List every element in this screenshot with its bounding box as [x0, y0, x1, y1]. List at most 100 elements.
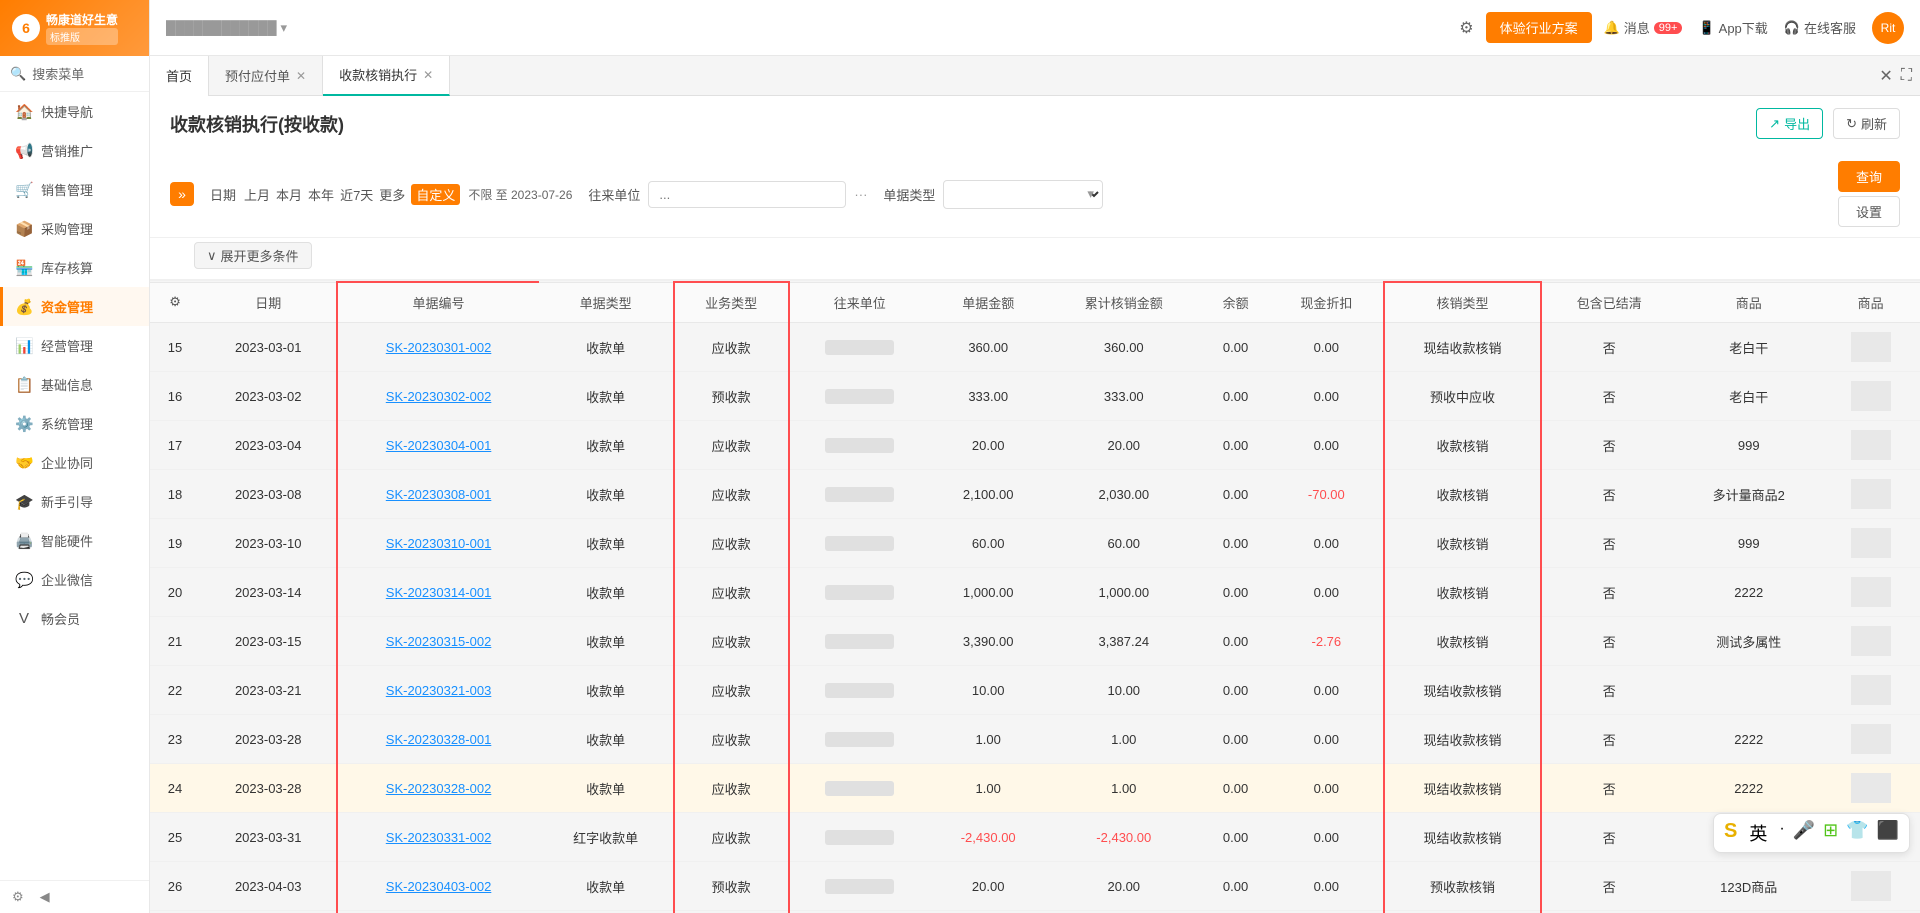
- tab-expand-icon[interactable]: ⛶: [1901, 67, 1912, 85]
- sidebar-item-system[interactable]: ⚙️系统管理: [0, 404, 149, 443]
- avatar[interactable]: Rit: [1872, 12, 1904, 44]
- doc-no-link[interactable]: SK-20230315-002: [386, 634, 492, 649]
- sidebar-item-marketing[interactable]: 📢营销推广: [0, 131, 149, 170]
- tab-receipt-label: 收款核销执行: [339, 65, 417, 84]
- cell-amount: 60.00: [930, 519, 1047, 568]
- date-opt-more[interactable]: 更多: [379, 185, 405, 204]
- tab-prepay-close[interactable]: ✕: [296, 69, 306, 83]
- cell-product2: [1821, 421, 1920, 470]
- setting-button[interactable]: 设置: [1838, 196, 1900, 227]
- online-support-button[interactable]: 🎧 在线客服: [1784, 18, 1856, 37]
- date-opt-last-month[interactable]: 上月: [244, 185, 270, 204]
- doc-no-link[interactable]: SK-20230308-001: [386, 487, 492, 502]
- cell-doc-no: SK-20230310-001: [337, 519, 538, 568]
- cell-balance: 0.00: [1201, 666, 1270, 715]
- sidebar-item-inventory[interactable]: 🏪库存核算: [0, 248, 149, 287]
- th-settings[interactable]: ⚙: [150, 282, 200, 323]
- date-opt-this-year[interactable]: 本年: [308, 185, 334, 204]
- sidebar-item-wechat[interactable]: 💬企业微信: [0, 560, 149, 599]
- cell-writeoff-amount: 2,030.00: [1047, 470, 1202, 519]
- cell-date: 2023-03-08: [200, 470, 337, 519]
- sidebar-item-quick-nav[interactable]: 🏠快捷导航: [0, 92, 149, 131]
- tab-receipt-writeoff[interactable]: 收款核销执行 ✕: [323, 56, 450, 96]
- refresh-button[interactable]: ↻ 刷新: [1833, 108, 1900, 139]
- doc-no-link[interactable]: SK-20230328-002: [386, 781, 492, 796]
- expand-more-button[interactable]: ∨ 展开更多条件: [194, 242, 312, 269]
- shirt-icon[interactable]: 👕: [1846, 820, 1868, 846]
- cell-partner: [789, 813, 930, 862]
- doc-no-link[interactable]: SK-20230310-001: [386, 536, 492, 551]
- nav-icon-guide: 🎓: [15, 493, 33, 511]
- tab-close-all-icon[interactable]: ✕: [1879, 66, 1892, 86]
- partner-filter-label: 往来单位: [588, 185, 640, 204]
- cell-amount: 1,000.00: [930, 568, 1047, 617]
- sidebar-item-member[interactable]: V畅会员: [0, 599, 149, 638]
- cell-product: 测试多属性: [1676, 617, 1821, 666]
- table-row: 26 2023-04-03 SK-20230403-002 收款单 预收款 20…: [150, 862, 1920, 911]
- extra-icon[interactable]: ⬛: [1877, 820, 1899, 846]
- tab-home[interactable]: 首页: [150, 56, 209, 96]
- sidebar-item-enterprise[interactable]: 🤝企业协同: [0, 443, 149, 482]
- nav-label-basic: 基础信息: [41, 375, 93, 394]
- date-filter-group: 日期 上月 本月 本年 近7天 更多 自定义 不限 至 2023-07-26: [210, 184, 572, 205]
- solution-button[interactable]: 体验行业方案: [1486, 12, 1592, 43]
- cell-biz-type: 应收款: [674, 568, 789, 617]
- sidebar-settings-icon[interactable]: ⚙: [12, 889, 24, 905]
- doc-no-link[interactable]: SK-20230321-003: [386, 683, 492, 698]
- th-include-settled: 包含已结清: [1541, 282, 1676, 323]
- floating-toolbar: S 英 · 🎤 ⊞ 👕 ⬛: [1713, 813, 1910, 853]
- gear-icon[interactable]: ⚙: [1459, 18, 1473, 38]
- doc-no-link[interactable]: SK-20230302-002: [386, 389, 492, 404]
- grid-icon[interactable]: ⊞: [1823, 820, 1838, 846]
- cell-cash-discount: -70.00: [1270, 470, 1383, 519]
- cell-amount: 10.00: [930, 666, 1047, 715]
- cell-include-settled: 否: [1541, 715, 1676, 764]
- date-opt-custom[interactable]: 自定义: [411, 184, 460, 205]
- sidebar-item-purchase[interactable]: 📦采购管理: [0, 209, 149, 248]
- nav-icon-finance: 💰: [15, 298, 33, 316]
- sidebar-item-basic[interactable]: 📋基础信息: [0, 365, 149, 404]
- export-button[interactable]: ↗ 导出: [1756, 108, 1823, 139]
- filter-toggle-button[interactable]: »: [170, 182, 194, 206]
- query-button[interactable]: 查询: [1838, 161, 1900, 192]
- th-writeoff-amount: 累计核销金额: [1047, 282, 1202, 323]
- cell-cash-discount: 0.00: [1270, 421, 1383, 470]
- sidebar-item-sales[interactable]: 🛒销售管理: [0, 170, 149, 209]
- cell-include-settled: 否: [1541, 323, 1676, 372]
- tab-receipt-close[interactable]: ✕: [423, 68, 433, 82]
- cell-doc-no: SK-20230321-003: [337, 666, 538, 715]
- doc-no-link[interactable]: SK-20230331-002: [386, 830, 492, 845]
- table-row: 24 2023-03-28 SK-20230328-002 收款单 应收款 1.…: [150, 764, 1920, 813]
- date-opt-7days[interactable]: 近7天: [340, 185, 373, 204]
- type-select[interactable]: [943, 180, 1103, 209]
- sidebar-item-finance[interactable]: 💰资金管理: [0, 287, 149, 326]
- sidebar-collapse-icon[interactable]: ◀: [40, 889, 50, 905]
- app-download-button[interactable]: 📱 App下载: [1698, 18, 1767, 37]
- sidebar-item-guide[interactable]: 🎓新手引导: [0, 482, 149, 521]
- sidebar-item-operations[interactable]: 📊经营管理: [0, 326, 149, 365]
- nav-label-system: 系统管理: [41, 414, 93, 433]
- cell-writeoff-type: 现结收款核销: [1384, 764, 1542, 813]
- notification-button[interactable]: 🔔 消息 99+: [1604, 18, 1683, 37]
- mic-icon[interactable]: 🎤: [1793, 820, 1815, 846]
- export-icon: ↗: [1769, 116, 1780, 132]
- cell-no: 15: [150, 323, 200, 372]
- cell-doc-type: 收款单: [539, 421, 674, 470]
- sidebar-item-hardware[interactable]: 🖨️智能硬件: [0, 521, 149, 560]
- cell-doc-no: SK-20230315-002: [337, 617, 538, 666]
- doc-no-link[interactable]: SK-20230328-001: [386, 732, 492, 747]
- cell-date: 2023-03-14: [200, 568, 337, 617]
- date-opt-this-month[interactable]: 本月: [276, 185, 302, 204]
- doc-no-link[interactable]: SK-20230301-002: [386, 340, 492, 355]
- cell-include-settled: 否: [1541, 470, 1676, 519]
- cell-doc-no: SK-20230328-002: [337, 764, 538, 813]
- doc-no-link[interactable]: SK-20230403-002: [386, 879, 492, 894]
- tab-prepay[interactable]: 预付应付单 ✕: [209, 56, 323, 96]
- cell-no: 18: [150, 470, 200, 519]
- doc-no-link[interactable]: SK-20230314-001: [386, 585, 492, 600]
- sidebar-search[interactable]: 🔍 搜索菜单: [0, 56, 149, 92]
- doc-no-link[interactable]: SK-20230304-001: [386, 438, 492, 453]
- partner-input[interactable]: [648, 181, 846, 208]
- date-options: 上月 本月 本年 近7天 更多 自定义: [244, 184, 460, 205]
- filter-more-row: ∨ 展开更多条件: [150, 238, 1920, 281]
